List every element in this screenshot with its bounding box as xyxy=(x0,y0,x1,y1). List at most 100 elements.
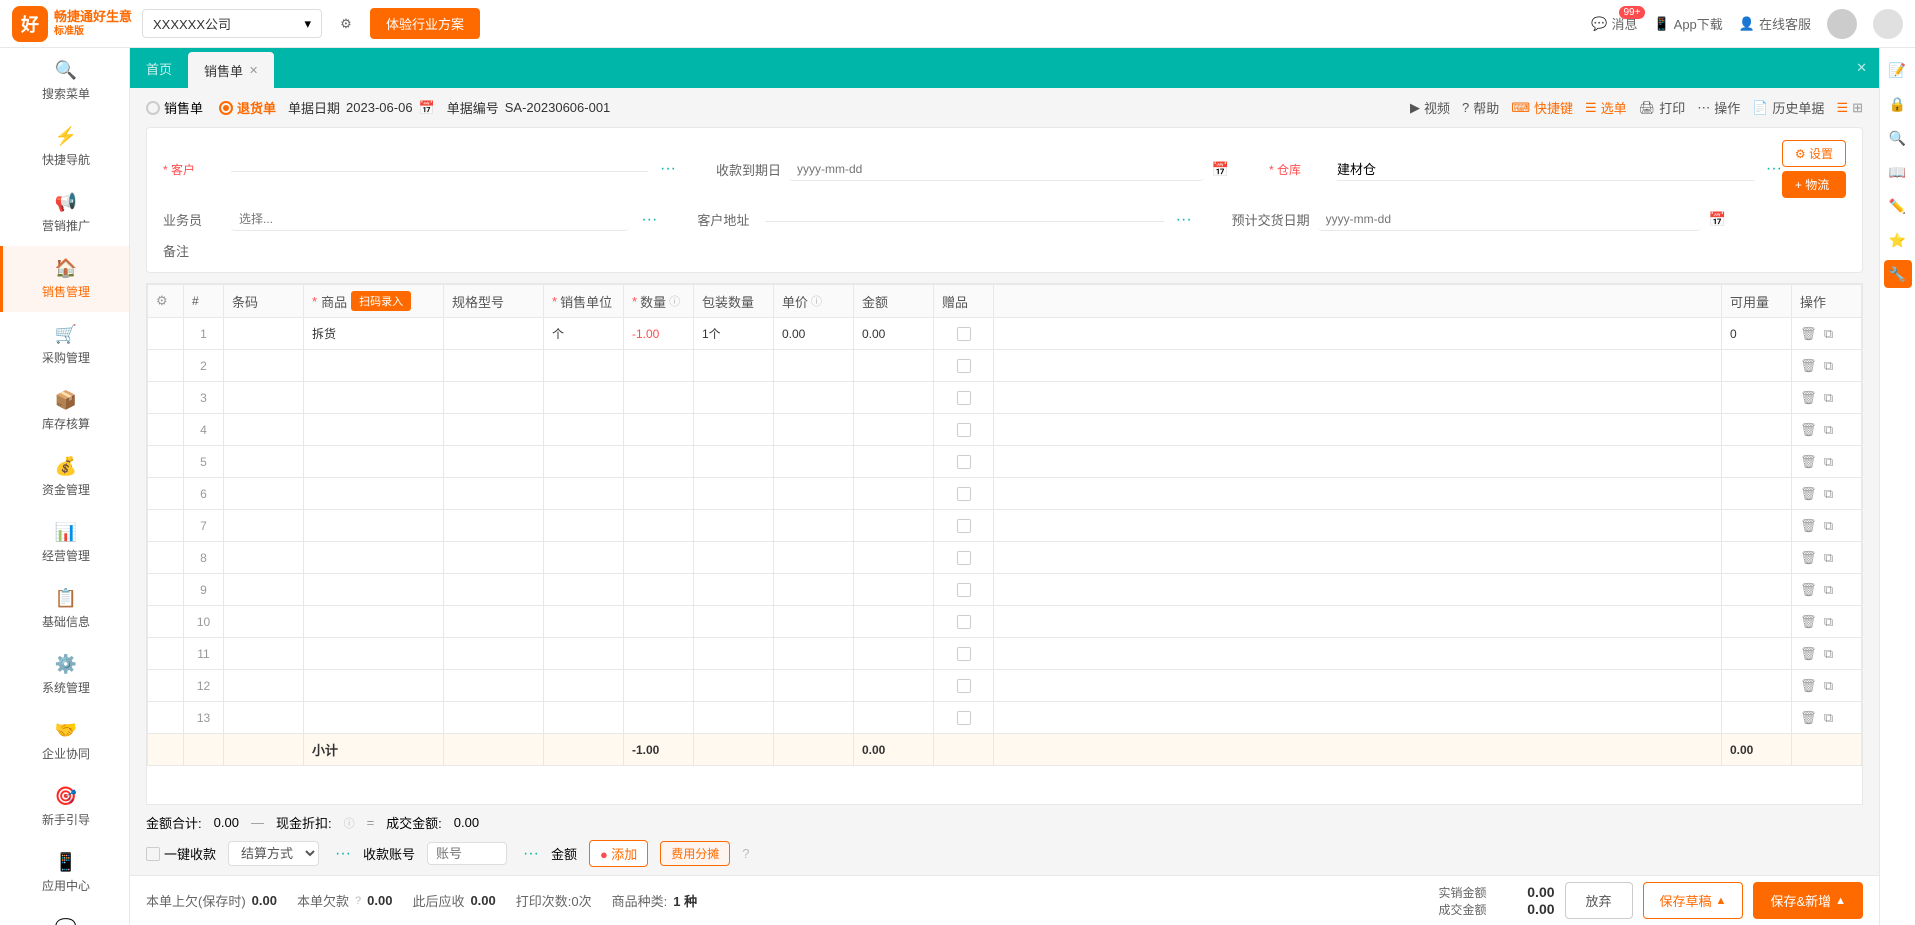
row-qty-7[interactable] xyxy=(624,510,694,542)
row-spec-11[interactable] xyxy=(444,638,544,670)
row-gift-5[interactable] xyxy=(934,446,994,478)
gift-checkbox-12[interactable] xyxy=(957,679,971,693)
row-delete-5[interactable]: 🗑 xyxy=(1800,454,1817,469)
row-amount-6[interactable] xyxy=(854,478,934,510)
row-unit-4[interactable] xyxy=(544,414,624,446)
row-unit-12[interactable] xyxy=(544,670,624,702)
row-amount-10[interactable] xyxy=(854,606,934,638)
row-unit-8[interactable] xyxy=(544,542,624,574)
row-spec-2[interactable] xyxy=(444,350,544,382)
row-product-6[interactable] xyxy=(304,478,444,510)
row-barcode-13[interactable] xyxy=(224,702,304,734)
sidebar-item-sales[interactable]: 🏠 销售管理 xyxy=(0,246,129,312)
row-unit-2[interactable] xyxy=(544,350,624,382)
row-product-10[interactable] xyxy=(304,606,444,638)
gift-checkbox-6[interactable] xyxy=(957,487,971,501)
row-copy-12[interactable]: ⧉ xyxy=(1824,678,1833,693)
row-copy-11[interactable]: ⧉ xyxy=(1824,646,1833,661)
row-barcode-11[interactable] xyxy=(224,638,304,670)
row-delete-9[interactable]: 🗑 xyxy=(1800,582,1817,597)
customer-ellipsis-btn[interactable]: ··· xyxy=(660,160,676,178)
row-price-3[interactable] xyxy=(774,382,854,414)
row-copy-4[interactable]: ⧉ xyxy=(1824,422,1833,437)
row-product-8[interactable] xyxy=(304,542,444,574)
row-copy-1[interactable]: ⧉ xyxy=(1824,326,1833,341)
user-avatar-2[interactable] xyxy=(1873,9,1903,39)
salesman-input[interactable] xyxy=(231,208,629,231)
row-delete-2[interactable]: 🗑 xyxy=(1800,358,1817,373)
due-date-input[interactable] xyxy=(789,158,1204,181)
row-qty-2[interactable] xyxy=(624,350,694,382)
grid-view-btn[interactable]: ⊞ xyxy=(1852,100,1863,116)
row-amount-5[interactable] xyxy=(854,446,934,478)
row-amount-3[interactable] xyxy=(854,382,934,414)
row-barcode-8[interactable] xyxy=(224,542,304,574)
sidebar-item-inventory[interactable]: 📦 库存核算 xyxy=(0,378,129,444)
row-unit-11[interactable] xyxy=(544,638,624,670)
message-btn[interactable]: 💬 消息 99+ xyxy=(1591,14,1637,33)
gift-checkbox-5[interactable] xyxy=(957,455,971,469)
gift-checkbox-1[interactable] xyxy=(957,327,971,341)
gift-checkbox-10[interactable] xyxy=(957,615,971,629)
customer-addr-input[interactable] xyxy=(765,217,1163,222)
radio-return[interactable]: 退货单 xyxy=(219,98,276,117)
row-copy-7[interactable]: ⧉ xyxy=(1824,518,1833,533)
row-delete-7[interactable]: 🗑 xyxy=(1800,518,1817,533)
row-copy-5[interactable]: ⧉ xyxy=(1824,454,1833,469)
row-barcode-12[interactable] xyxy=(224,670,304,702)
row-spec-12[interactable] xyxy=(444,670,544,702)
salesman-ellipsis-btn[interactable]: ··· xyxy=(641,211,657,229)
one-click-payment-checkbox[interactable]: 一键收款 xyxy=(146,844,216,863)
gift-checkbox-11[interactable] xyxy=(957,647,971,661)
gift-checkbox-9[interactable] xyxy=(957,583,971,597)
sidebar-item-system[interactable]: ⚙️ 系统管理 xyxy=(0,642,129,708)
row-barcode-7[interactable] xyxy=(224,510,304,542)
toolbar-history-btn[interactable]: 📄 历史单据 xyxy=(1752,98,1824,117)
row-barcode-5[interactable] xyxy=(224,446,304,478)
row-qty-9[interactable] xyxy=(624,574,694,606)
row-qty-4[interactable] xyxy=(624,414,694,446)
row-price-5[interactable] xyxy=(774,446,854,478)
row-gift-12[interactable] xyxy=(934,670,994,702)
account-input[interactable] xyxy=(427,842,507,865)
settings-icon-btn[interactable]: ⚙ xyxy=(330,8,362,40)
row-pack-3[interactable] xyxy=(694,382,774,414)
list-view-btn[interactable]: ☰ xyxy=(1836,100,1848,116)
right-panel-edit-btn[interactable]: ✏️ xyxy=(1884,192,1912,220)
row-price-6[interactable] xyxy=(774,478,854,510)
row-pack-1[interactable]: 1个 xyxy=(694,318,774,350)
row-copy-3[interactable]: ⧉ xyxy=(1824,390,1833,405)
row-gift-4[interactable] xyxy=(934,414,994,446)
discard-button[interactable]: 放弃 xyxy=(1565,882,1633,919)
row-qty-10[interactable] xyxy=(624,606,694,638)
gift-checkbox-7[interactable] xyxy=(957,519,971,533)
row-pack-8[interactable] xyxy=(694,542,774,574)
row-product-12[interactable] xyxy=(304,670,444,702)
row-gift-10[interactable] xyxy=(934,606,994,638)
trial-button[interactable]: 体验行业方案 xyxy=(370,8,480,39)
row-copy-2[interactable]: ⧉ xyxy=(1824,358,1833,373)
row-delete-10[interactable]: 🗑 xyxy=(1800,614,1817,629)
expense-split-btn[interactable]: 费用分摊 xyxy=(660,841,730,866)
sidebar-item-wechat[interactable]: 💬 企业微信 xyxy=(0,906,129,925)
add-payment-btn[interactable]: ● 添加 xyxy=(589,840,648,867)
row-qty-12[interactable] xyxy=(624,670,694,702)
row-unit-13[interactable] xyxy=(544,702,624,734)
row-qty-6[interactable] xyxy=(624,478,694,510)
gift-checkbox-8[interactable] xyxy=(957,551,971,565)
tab-close-icon[interactable]: ✕ xyxy=(249,64,258,77)
row-price-4[interactable] xyxy=(774,414,854,446)
online-support-btn[interactable]: 👤 在线客服 xyxy=(1739,14,1811,33)
gear-icon[interactable]: ⚙ xyxy=(156,293,168,308)
calendar-icon[interactable]: 📅 xyxy=(419,100,435,116)
scan-btn[interactable]: 扫码录入 xyxy=(351,291,411,311)
row-price-9[interactable] xyxy=(774,574,854,606)
sidebar-item-app-center[interactable]: 📱 应用中心 xyxy=(0,840,129,906)
settings-action-btn[interactable]: ⚙ 设置 xyxy=(1782,140,1846,167)
row-amount-13[interactable] xyxy=(854,702,934,734)
row-delete-1[interactable]: 🗑 xyxy=(1800,326,1817,341)
row-delete-12[interactable]: 🗑 xyxy=(1800,678,1817,693)
sidebar-item-search[interactable]: 🔍 搜索菜单 xyxy=(0,48,129,114)
row-pack-2[interactable] xyxy=(694,350,774,382)
toolbar-print-btn[interactable]: 🖨 打印 xyxy=(1639,98,1686,117)
